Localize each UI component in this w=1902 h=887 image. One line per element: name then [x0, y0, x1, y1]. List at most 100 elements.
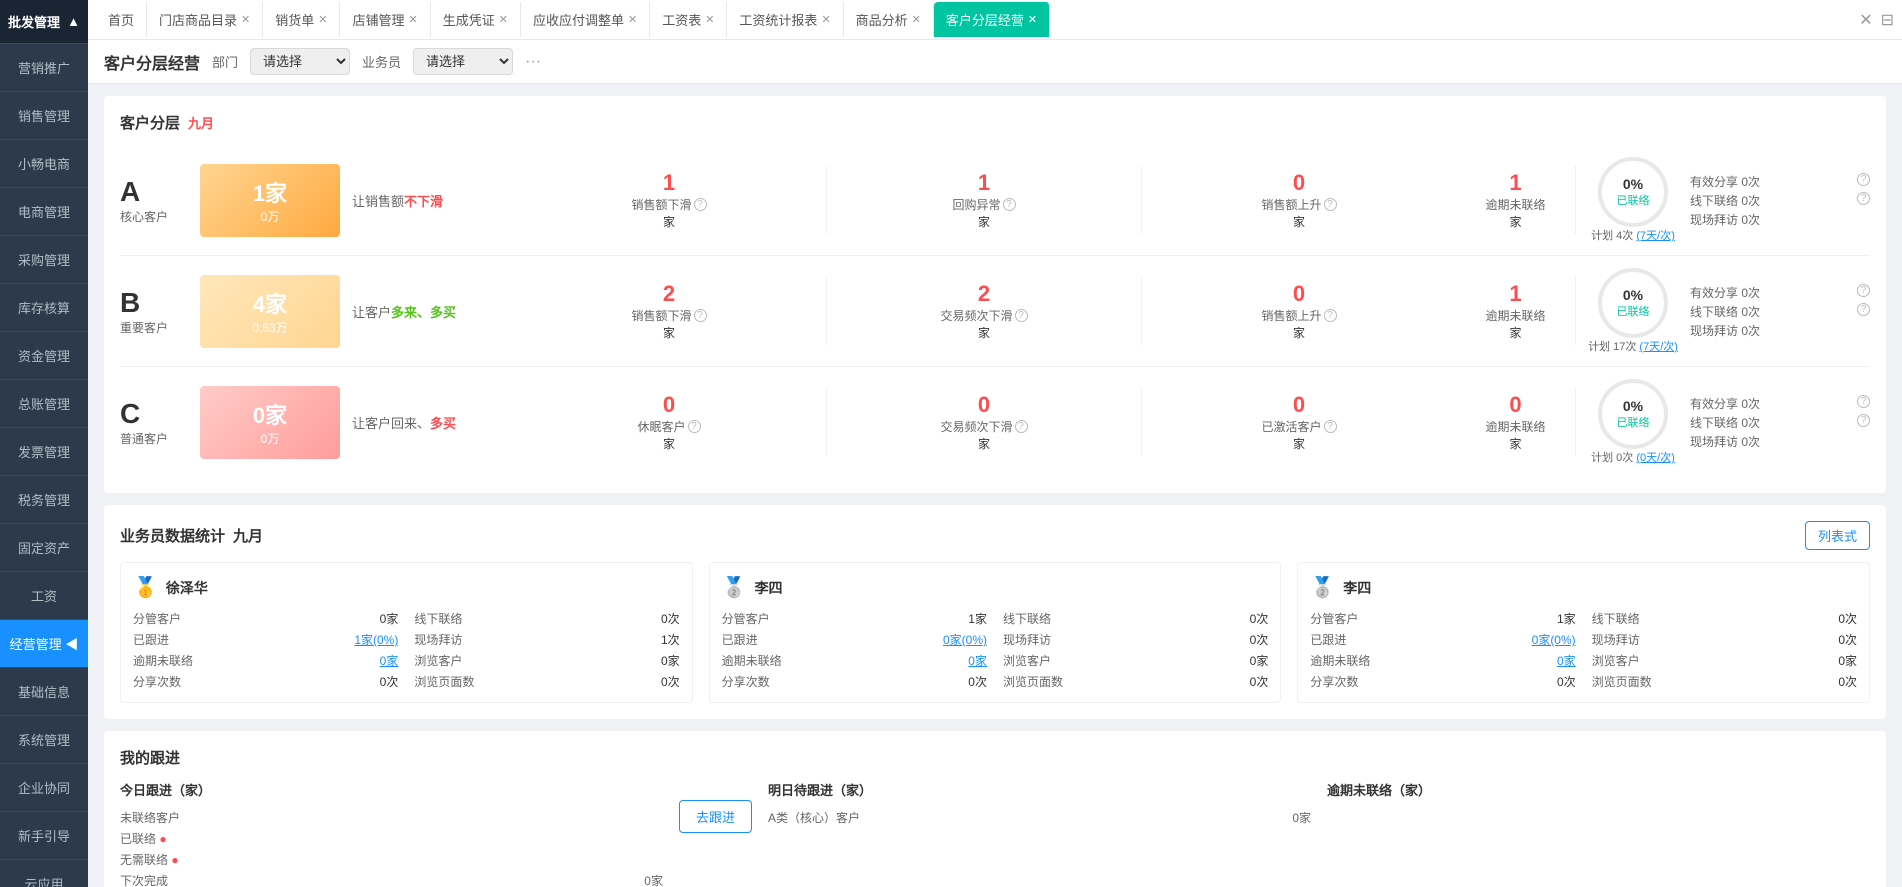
followup-overdue-title: 逾期未联络（家） [1327, 780, 1870, 799]
stat-row: 逾期未联络 0家 [133, 652, 398, 669]
tier-b-stat-1: 2 销售额下滑 ? 家 [512, 277, 827, 345]
followup-grid: 今日跟进（家） 未联络客户 已联络 ● 无需联络 ● 下次完成 0家 [120, 780, 1870, 887]
info-icon[interactable]: ? [694, 198, 707, 211]
tier-c-stat-3: 0 已激活客户 ? 家 [1142, 388, 1456, 456]
tier-c-label: C 普通客户 [120, 398, 200, 447]
sidebar-item-zijin[interactable]: 资金管理 [0, 332, 88, 380]
sidebar-item-jichu[interactable]: 基础信息 [0, 668, 88, 716]
stat-row: 浏览客户 0家 [1592, 652, 1857, 669]
close-icon[interactable]: ✕ [318, 13, 327, 26]
stat-row: 分享次数 0次 [1310, 673, 1575, 690]
info-icon[interactable]: ? [1857, 395, 1870, 408]
tab-gongzibiao[interactable]: 工资表 ✕ [650, 2, 727, 37]
info-icon[interactable]: ? [694, 309, 707, 322]
staff-section-header: 业务员数据统计 九月 列表式 [120, 521, 1870, 550]
tier-c-stats: 0 休眠客户 ? 家 0 交易频次下滑 ? 家 0 已激活客户 ? 家 [512, 388, 1456, 456]
tab-kehufencengjingying[interactable]: 客户分层经营 ✕ [934, 2, 1050, 37]
dept-select[interactable]: 请选择 [250, 48, 350, 75]
stat-row: 分管客户 1家 [1310, 610, 1575, 627]
stat-row: 逾期未联络 0家 [1310, 652, 1575, 669]
list-view-button[interactable]: 列表式 [1805, 521, 1870, 550]
info-icon[interactable]: ? [1003, 198, 1016, 211]
sidebar-item-dianshang[interactable]: 电商管理 [0, 188, 88, 236]
sidebar: 批发管理 ▲ 营销推广 销售管理 小畅电商 电商管理 采购管理 库存核算 资金管… [0, 0, 88, 887]
tab-home[interactable]: 首页 [96, 2, 147, 37]
tier-a-stat-3: 0 销售额上升 ? 家 [1142, 166, 1456, 234]
plan-link[interactable]: (7天/次) [1636, 230, 1675, 242]
sidebar-item-gongzi[interactable]: 工资 [0, 572, 88, 620]
close-icon[interactable]: ✕ [912, 13, 921, 26]
close-icon[interactable]: ✕ [409, 13, 418, 26]
close-icon[interactable]: ✕ [821, 13, 830, 26]
staff-section: 业务员数据统计 九月 列表式 🥇 徐泽华 分管客户 0家 [104, 505, 1886, 719]
info-icon[interactable]: ? [1857, 303, 1870, 316]
sidebar-item-qiyexietong[interactable]: 企业协同 [0, 764, 88, 812]
info-icon[interactable]: ? [1857, 192, 1870, 205]
tab-gongzitongji[interactable]: 工资统计报表 ✕ [727, 2, 843, 37]
close-icon[interactable]: ✕ [628, 13, 637, 26]
stat-row: 已跟进 0家(0%) [722, 631, 987, 648]
stat-row: 线下联络 0次 [1592, 610, 1857, 627]
sidebar-item-kucun[interactable]: 库存核算 [0, 284, 88, 332]
tab-yingshou[interactable]: 应收应付调整单 ✕ [521, 2, 650, 37]
tab-dianpu[interactable]: 店铺管理 ✕ [340, 2, 430, 37]
tier-a-slogan: 让销售额不下滑 [352, 191, 512, 210]
tier-a-amount: 0万 [261, 208, 280, 225]
stat-row: 分享次数 0次 [133, 673, 398, 690]
tier-a-label: A 核心客户 [120, 176, 200, 225]
sidebar-item-jingying[interactable]: 经营管理 ◀ [0, 620, 88, 668]
tier-b-stat-2: 2 交易频次下滑 ? 家 [827, 277, 1142, 345]
sidebar-item-xinshouyindao[interactable]: 新手引导 [0, 812, 88, 860]
tier-a-count: 1家 [253, 176, 287, 208]
sidebar-item-fapiao[interactable]: 发票管理 [0, 428, 88, 476]
tier-a-count-box: 1家 0万 [200, 164, 340, 237]
sidebar-item-yunyingyong[interactable]: 云应用 [0, 860, 88, 887]
sidebar-item-zhangzhang[interactable]: 总账管理 [0, 380, 88, 428]
more-options-icon[interactable]: ··· [525, 53, 541, 71]
info-icon[interactable]: ? [1015, 420, 1028, 433]
sidebar-item-xiaochangdianshang[interactable]: 小畅电商 [0, 140, 88, 188]
info-icon[interactable]: ? [1857, 284, 1870, 297]
close-icon[interactable]: ✕ [705, 13, 714, 26]
stat-row: 线下联络 0次 [414, 610, 679, 627]
tier-b-amount: 0.53万 [252, 319, 287, 336]
toolbar: 客户分层经营 部门 请选择 业务员 请选择 ··· [88, 40, 1902, 84]
info-icon[interactable]: ? [1324, 198, 1337, 211]
info-icon[interactable]: ? [1015, 309, 1028, 322]
tabbar-minimize-icon[interactable]: ⊟ [1881, 10, 1894, 30]
info-icon[interactable]: ? [688, 420, 701, 433]
tier-c-circle: 0% 已联络 计划 0次 (0天/次) [1588, 379, 1678, 465]
info-icon[interactable]: ? [1857, 173, 1870, 186]
sidebar-item-yingxiao[interactable]: 营销推广 [0, 44, 88, 92]
close-icon[interactable]: ✕ [499, 13, 508, 26]
customer-tier-section: 客户分层 九月 A 核心客户 1家 0万 让销售额不下滑 1 [104, 96, 1886, 493]
sidebar-item-xitong[interactable]: 系统管理 [0, 716, 88, 764]
sidebar-item-xiaoshou[interactable]: 销售管理 [0, 92, 88, 140]
plan-link[interactable]: (7天/次) [1639, 341, 1678, 353]
tab-shangpinfenxi[interactable]: 商品分析 ✕ [844, 2, 934, 37]
stat-row: 现场拜访 0次 [1003, 631, 1268, 648]
staff-select[interactable]: 请选择 [413, 48, 513, 75]
sidebar-logo[interactable]: 批发管理 ▲ [0, 0, 88, 44]
go-followup-button[interactable]: 去跟进 [679, 800, 752, 833]
sidebar-item-shuiwu[interactable]: 税务管理 [0, 476, 88, 524]
staff-card-2: 🥈 李四 分管客户 1家 线下联络 0次 已跟进 [709, 562, 1282, 703]
info-icon[interactable]: ? [1324, 309, 1337, 322]
tab-shengcheng[interactable]: 生成凭证 ✕ [431, 2, 521, 37]
tier-b-count-box: 4家 0.53万 [200, 275, 340, 348]
stat-row: 逾期未联络 0家 [722, 652, 987, 669]
staff-name-1: 徐泽华 [166, 578, 208, 598]
sidebar-item-caigou[interactable]: 采购管理 [0, 236, 88, 284]
tab-xiaohuo[interactable]: 销货单 ✕ [263, 2, 340, 37]
close-icon[interactable]: ✕ [1028, 13, 1037, 26]
month-badge: 九月 [188, 113, 214, 132]
tabbar-close-icon[interactable]: ✕ [1859, 10, 1872, 30]
info-icon[interactable]: ? [1857, 414, 1870, 427]
staff-name-2: 李四 [755, 578, 783, 598]
info-icon[interactable]: ? [1324, 420, 1337, 433]
tab-mendian[interactable]: 门店商品目录 ✕ [147, 2, 263, 37]
plan-link[interactable]: (0天/次) [1636, 452, 1675, 464]
close-icon[interactable]: ✕ [241, 13, 250, 26]
sidebar-item-gudingzichan[interactable]: 固定资产 [0, 524, 88, 572]
tier-c-stat-2: 0 交易频次下滑 ? 家 [827, 388, 1142, 456]
